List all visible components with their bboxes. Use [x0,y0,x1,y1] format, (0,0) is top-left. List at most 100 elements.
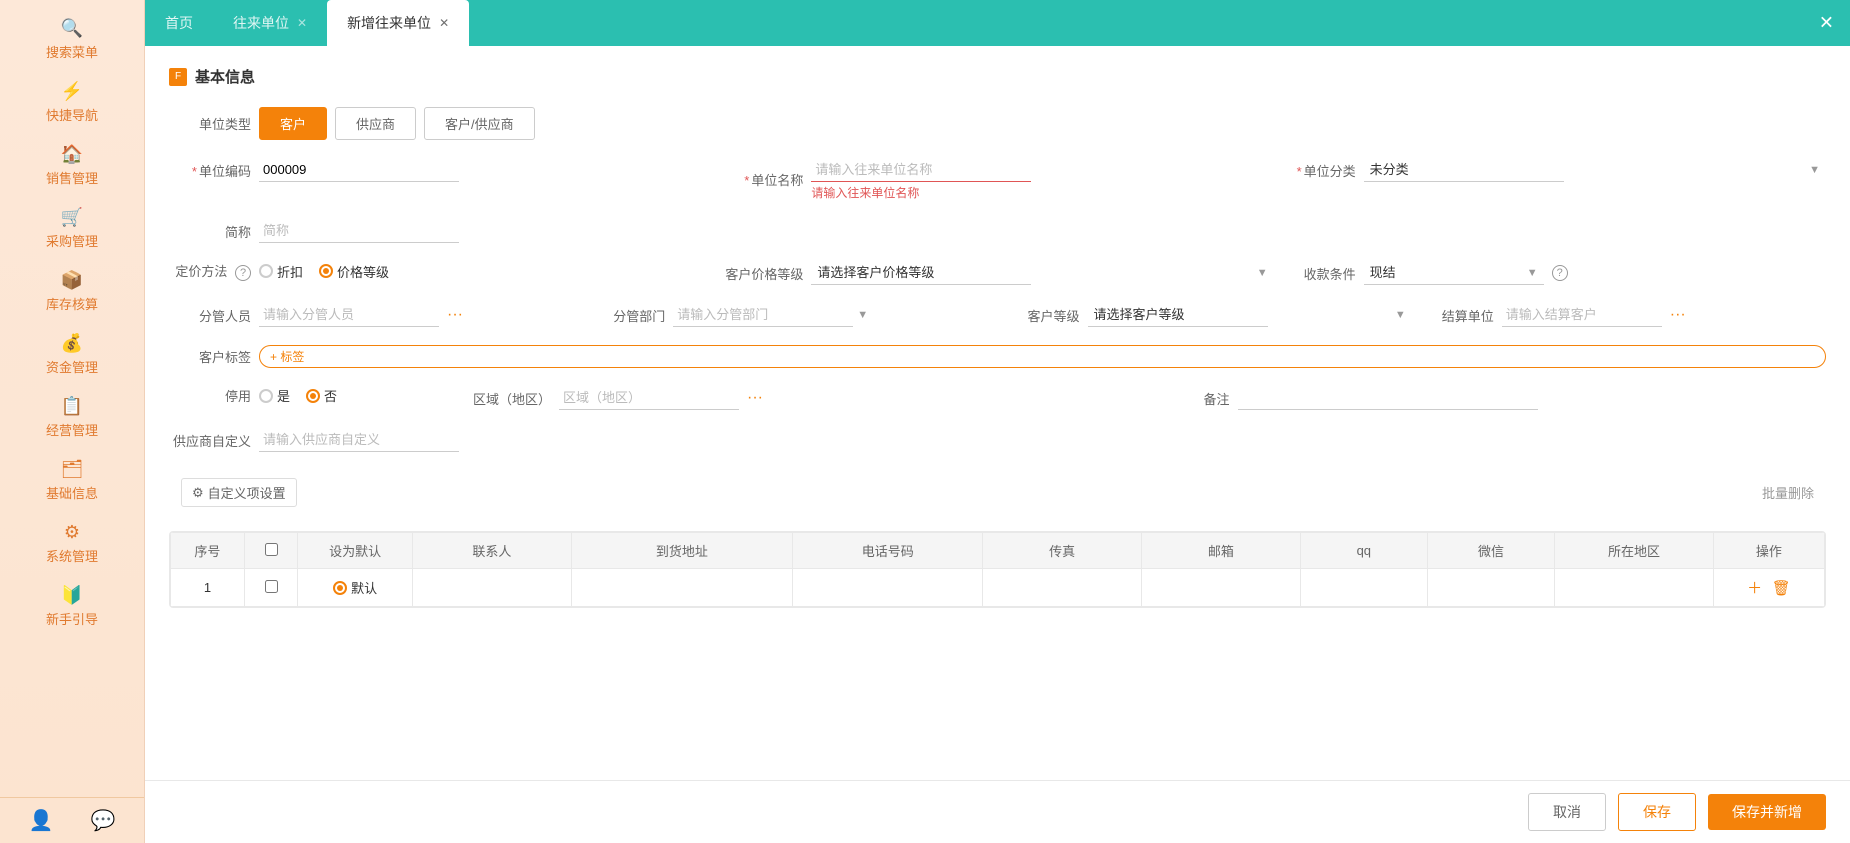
customer-price-level-select[interactable]: 请选择客户价格等级 [811,261,1031,285]
manager-more-btn[interactable]: ··· [443,306,467,324]
sidebar-item-inventory[interactable]: 📦 库存核算 [0,260,144,323]
sidebar-item-basic[interactable]: 🗂 基础信息 [0,449,144,512]
sidebar-item-operations[interactable]: 📋 经营管理 [0,386,144,449]
col-phone: 电话号码 [793,533,983,569]
customize-btn[interactable]: ⚙ 自定义项设置 [181,478,297,507]
col-contact: 联系人 [412,533,571,569]
radio-price-level-dot [319,264,333,278]
contact-input[interactable] [452,580,532,595]
save-button[interactable]: 保存 [1618,793,1696,831]
short-name-input[interactable] [259,219,459,243]
unit-code-input[interactable] [259,158,459,182]
settlement-more-btn[interactable]: ··· [1666,306,1690,324]
user-icon[interactable]: 👤 [29,808,54,833]
table-toolbar: ⚙ 自定义项设置 批量删除 [169,470,1826,515]
add-tag-btn[interactable]: + 标签 [259,345,1826,368]
row-contact[interactable] [412,569,571,607]
cancel-button[interactable]: 取消 [1528,793,1606,831]
row-phone[interactable] [793,569,983,607]
region-input[interactable] [559,386,739,410]
fax-input[interactable] [1022,580,1102,595]
type-btn-customer[interactable]: 客户 [259,107,327,140]
settlement-unit-label: 结算单位 [1412,306,1502,325]
customer-price-level-cell: 客户价格等级 请选择客户价格等级 ▼ [721,261,1273,285]
qq-input[interactable] [1334,580,1394,595]
wechat-input[interactable] [1461,580,1521,595]
supplier-custom-row: 供应商自定义 [169,428,1826,452]
tab-new-partner[interactable]: 新增往来单位 ✕ [327,0,469,46]
home-icon: 🏠 [61,144,83,165]
unit-type-cell: 单位类型 客户 供应商 客户/供应商 [169,107,1826,140]
col-no: 序号 [171,533,245,569]
type-btn-both[interactable]: 客户/供应商 [424,107,535,140]
region-more-btn[interactable]: ··· [743,389,767,407]
tab-partners[interactable]: 往来单位 ✕ [213,0,327,46]
row-checkbox-input[interactable] [265,580,278,593]
unit-type-label: 单位类型 [169,114,259,133]
payment-help-icon[interactable]: ? [1552,265,1568,281]
phone-input[interactable] [838,580,938,595]
payment-terms-select[interactable]: 现结 [1364,261,1544,285]
region-label: 区域（地区） [469,389,559,408]
row-no: 1 [171,569,245,607]
row-wechat[interactable] [1427,569,1554,607]
sidebar-item-finance[interactable]: 💰 资金管理 [0,323,144,386]
email-input[interactable] [1181,580,1261,595]
disabled-radio-yes[interactable]: 是 [259,386,290,405]
select-all-checkbox[interactable] [265,543,278,556]
sidebar-item-guide[interactable]: 🔰 新手引导 [0,575,144,638]
supplier-custom-input[interactable] [259,428,459,452]
pricing-help-icon[interactable]: ? [235,265,251,281]
unit-name-input[interactable] [811,158,1031,182]
tab-home[interactable]: 首页 [145,0,213,46]
sidebar-item-search[interactable]: 🔍 搜索菜单 [0,8,144,71]
tab-new-partner-close[interactable]: ✕ [439,16,449,30]
manager-input[interactable] [259,303,439,327]
row-address[interactable] [571,569,793,607]
row-fax[interactable] [983,569,1142,607]
sidebar-item-purchase[interactable]: 🛒 采购管理 [0,197,144,260]
col-qq: qq [1300,533,1427,569]
unit-code-cell: *单位编码 [169,158,721,182]
supplier-custom-content [259,428,1826,452]
pricing-radio-discount[interactable]: 折扣 [259,262,303,281]
save-new-button[interactable]: 保存并新增 [1708,794,1826,830]
form-content: F 基本信息 单位类型 客户 供应商 客户/供应商 *单位编码 [145,46,1850,780]
sidebar-item-sales[interactable]: 🏠 销售管理 [0,134,144,197]
pricing-method-radio-group: 折扣 价格等级 [259,262,389,281]
row-qq[interactable] [1300,569,1427,607]
unit-category-select[interactable]: 未分类 [1364,158,1564,182]
code-name-category-row: *单位编码 *单位名称 请输入往来单位名称 *单位分类 [169,158,1826,201]
sidebar-item-shortcut[interactable]: ⚡ 快捷导航 [0,71,144,134]
type-btn-supplier[interactable]: 供应商 [335,107,416,140]
settlement-unit-input[interactable] [1502,303,1662,327]
delete-row-btn[interactable]: 🗑 [1772,580,1791,597]
row-email[interactable] [1142,569,1301,607]
message-icon[interactable]: 💬 [91,808,116,833]
settlement-unit-cell: 结算单位 ··· [1412,303,1826,327]
customer-price-level-label: 客户价格等级 [721,264,811,283]
customer-level-select[interactable]: 请选择客户等级 [1088,303,1268,327]
col-region: 所在地区 [1555,533,1714,569]
row-region[interactable] [1555,569,1714,607]
region-input[interactable] [1594,580,1674,595]
radio-no-dot [306,389,320,403]
remark-input[interactable] [1238,386,1538,410]
address-input[interactable] [622,580,742,595]
disabled-radio-no[interactable]: 否 [306,386,337,405]
manager-label: 分管人员 [169,306,259,325]
unit-type-btn-group: 客户 供应商 客户/供应商 [259,107,535,140]
add-row-btn[interactable]: ＋ [1747,580,1762,597]
col-wechat: 微信 [1427,533,1554,569]
row-checkbox [244,569,297,607]
unit-code-content [259,158,721,182]
sidebar-item-system[interactable]: ⚙ 系统管理 [0,512,144,575]
batch-delete-btn[interactable]: 批量删除 [1762,483,1814,502]
window-close-btn[interactable]: ✕ [1819,13,1834,34]
unit-code-label: *单位编码 [169,161,259,180]
section-title: 基本信息 [195,66,255,87]
row-default-radio[interactable]: 默认 [308,578,402,597]
tab-partners-close[interactable]: ✕ [297,16,307,30]
pricing-radio-price-level[interactable]: 价格等级 [319,262,389,281]
department-input[interactable] [673,303,853,327]
